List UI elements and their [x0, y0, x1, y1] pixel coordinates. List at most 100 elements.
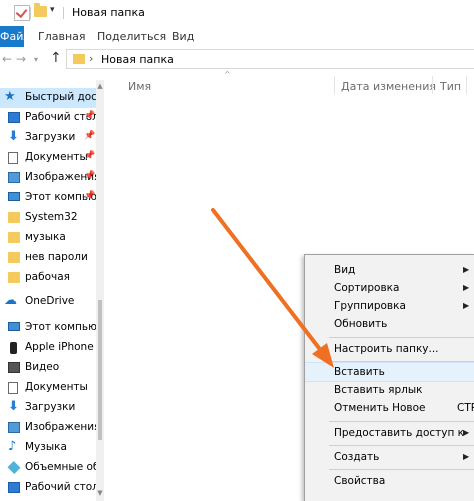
sidebar-item-desktop[interactable]: Рабочий стол 📌 [0, 108, 96, 128]
scroll-up-icon[interactable]: ▲ [96, 82, 104, 90]
divider [30, 7, 31, 19]
download-icon: ⬇ [8, 399, 19, 414]
menu-item-share-with[interactable]: Предоставить доступ к ▶ [305, 424, 474, 444]
computer-icon [8, 322, 20, 331]
menu-item-new[interactable]: Создать ▶ [305, 448, 474, 468]
address-bar: ← → ▾ ↑ › Новая папка [0, 47, 474, 73]
menu-item-label: Вид [334, 264, 356, 276]
sidebar-item-documents[interactable]: Документы 📌 [0, 148, 96, 168]
sidebar-item-work[interactable]: рабочая [0, 268, 96, 288]
menu-item-paste[interactable]: Вставить [305, 362, 474, 382]
sidebar-item-pictures-pc[interactable]: Изображения [0, 418, 96, 438]
pictures-icon [8, 422, 20, 433]
cloud-icon: ☁ [4, 293, 17, 308]
submenu-arrow-icon: ▶ [463, 283, 470, 292]
desktop-icon [8, 112, 20, 123]
folder-icon [8, 272, 20, 283]
sidebar-item-label: музыка [25, 231, 66, 243]
column-divider[interactable] [334, 76, 335, 94]
sidebar-item-music[interactable]: ♪ Музыка [0, 438, 96, 458]
up-icon[interactable]: ↑ [50, 50, 62, 66]
menu-item-undo[interactable]: Отменить Новое CTR [305, 399, 474, 419]
context-menu: Вид ▶ Сортировка ▶ Группировка ▶ Обновит… [304, 254, 474, 501]
sidebar-item-downloads[interactable]: ⬇ Загрузки 📌 [0, 128, 96, 148]
menu-item-customize-folder[interactable]: Настроить папку... [305, 340, 474, 360]
back-icon[interactable]: ← [2, 52, 12, 66]
sidebar-item-this-pc-pinned[interactable]: Этот компьютер 📌 [0, 188, 96, 208]
pin-icon[interactable]: 📌 [84, 131, 95, 141]
menu-separator [329, 469, 474, 470]
menu-item-label: Группировка [334, 300, 406, 312]
column-header-date[interactable]: Дата изменения [341, 80, 436, 93]
sidebar-item-label: Музыка [25, 441, 67, 453]
menu-item-label: Вставить [334, 366, 385, 378]
menu-item-label: Создать [334, 451, 380, 463]
folder-icon [8, 232, 20, 243]
menu-separator [329, 445, 474, 446]
sidebar-item-iphone[interactable]: Apple iPhone [0, 338, 96, 358]
tab-file[interactable]: Файл [0, 26, 24, 47]
sidebar-item-downloads-pc[interactable]: ⬇ Загрузки [0, 398, 96, 418]
column-divider[interactable] [432, 76, 433, 94]
menu-item-view[interactable]: Вид ▶ [305, 261, 474, 281]
sidebar-item-label: нев пароли [25, 251, 88, 263]
column-divider[interactable] [466, 76, 467, 94]
menu-item-paste-shortcut[interactable]: Вставить ярлык [305, 381, 474, 401]
video-icon [8, 362, 20, 373]
address-input[interactable]: › Новая папка [66, 49, 474, 69]
forward-icon[interactable]: → [16, 52, 26, 66]
menu-separator [329, 337, 474, 338]
sidebar-item-3d-objects[interactable]: Объемные объекты [0, 458, 96, 478]
breadcrumb[interactable]: Новая папка [101, 53, 174, 66]
tab-share[interactable]: Поделиться [97, 30, 166, 43]
navigation-pane[interactable]: ★ Быстрый доступ Рабочий стол 📌 ⬇ Загруз… [0, 80, 96, 501]
scroll-down-icon[interactable]: ▼ [96, 489, 104, 497]
sidebar-item-label: рабочая [25, 271, 70, 283]
sidebar-item-label: Объемные объекты [25, 461, 96, 473]
scrollbar-thumb[interactable] [98, 300, 102, 440]
menu-item-refresh[interactable]: Обновить [305, 315, 474, 335]
pin-icon[interactable]: 📌 [84, 171, 95, 181]
sidebar-item-onedrive[interactable]: ☁ OneDrive [0, 292, 96, 312]
menu-separator [329, 421, 474, 422]
ribbon-tabs: Файл Главная Поделиться Вид [0, 26, 474, 48]
menu-item-label: Свойства [334, 475, 386, 487]
menu-item-label: Сортировка [334, 282, 400, 294]
sidebar-item-documents-pc[interactable]: Документы [0, 378, 96, 398]
recent-locations-icon[interactable]: ▾ [34, 55, 38, 64]
sidebar-item-pictures[interactable]: Изображения 📌 [0, 168, 96, 188]
menu-item-label: Вставить ярлык [334, 384, 423, 396]
sidebar-item-quick-access[interactable]: ★ Быстрый доступ [0, 88, 96, 108]
sidebar-item-label: Apple iPhone [25, 341, 94, 353]
column-header-name[interactable]: Имя [128, 80, 151, 93]
pin-icon[interactable]: 📌 [84, 151, 95, 161]
menu-item-properties[interactable]: Свойства [305, 472, 474, 492]
chevron-down-icon[interactable]: ▾ [50, 5, 55, 15]
tab-home[interactable]: Главная [38, 30, 86, 43]
phone-icon [10, 342, 17, 354]
properties-icon[interactable] [14, 5, 30, 21]
sidebar-item-label: Документы [25, 381, 88, 393]
sidebar-item-desktop-pc[interactable]: Рабочий стол [0, 478, 96, 498]
pictures-icon [8, 172, 20, 183]
new-folder-icon[interactable] [34, 3, 47, 17]
sidebar-item-label: Рабочий стол [25, 481, 96, 493]
sidebar-item-video[interactable]: Видео [0, 358, 96, 378]
column-header-type[interactable]: Тип [440, 80, 461, 93]
pin-icon[interactable]: 📌 [84, 191, 95, 201]
menu-item-group[interactable]: Группировка ▶ [305, 297, 474, 317]
computer-icon [8, 192, 20, 201]
menu-item-label: Отменить Новое [334, 402, 426, 414]
sidebar-item-music-folder[interactable]: музыка [0, 228, 96, 248]
pin-icon[interactable]: 📌 [84, 111, 95, 121]
folder-icon [8, 252, 20, 263]
menu-item-sort[interactable]: Сортировка ▶ [305, 279, 474, 299]
tab-view[interactable]: Вид [172, 30, 194, 43]
submenu-arrow-icon: ▶ [463, 452, 470, 461]
chevron-right-icon[interactable]: › [89, 52, 93, 65]
sidebar-item-this-pc[interactable]: Этот компьютер [0, 318, 96, 338]
desktop-icon [8, 482, 20, 493]
sidebar-item-system32[interactable]: System32 [0, 208, 96, 228]
download-icon: ⬇ [8, 129, 19, 144]
sidebar-item-passwords[interactable]: нев пароли [0, 248, 96, 268]
